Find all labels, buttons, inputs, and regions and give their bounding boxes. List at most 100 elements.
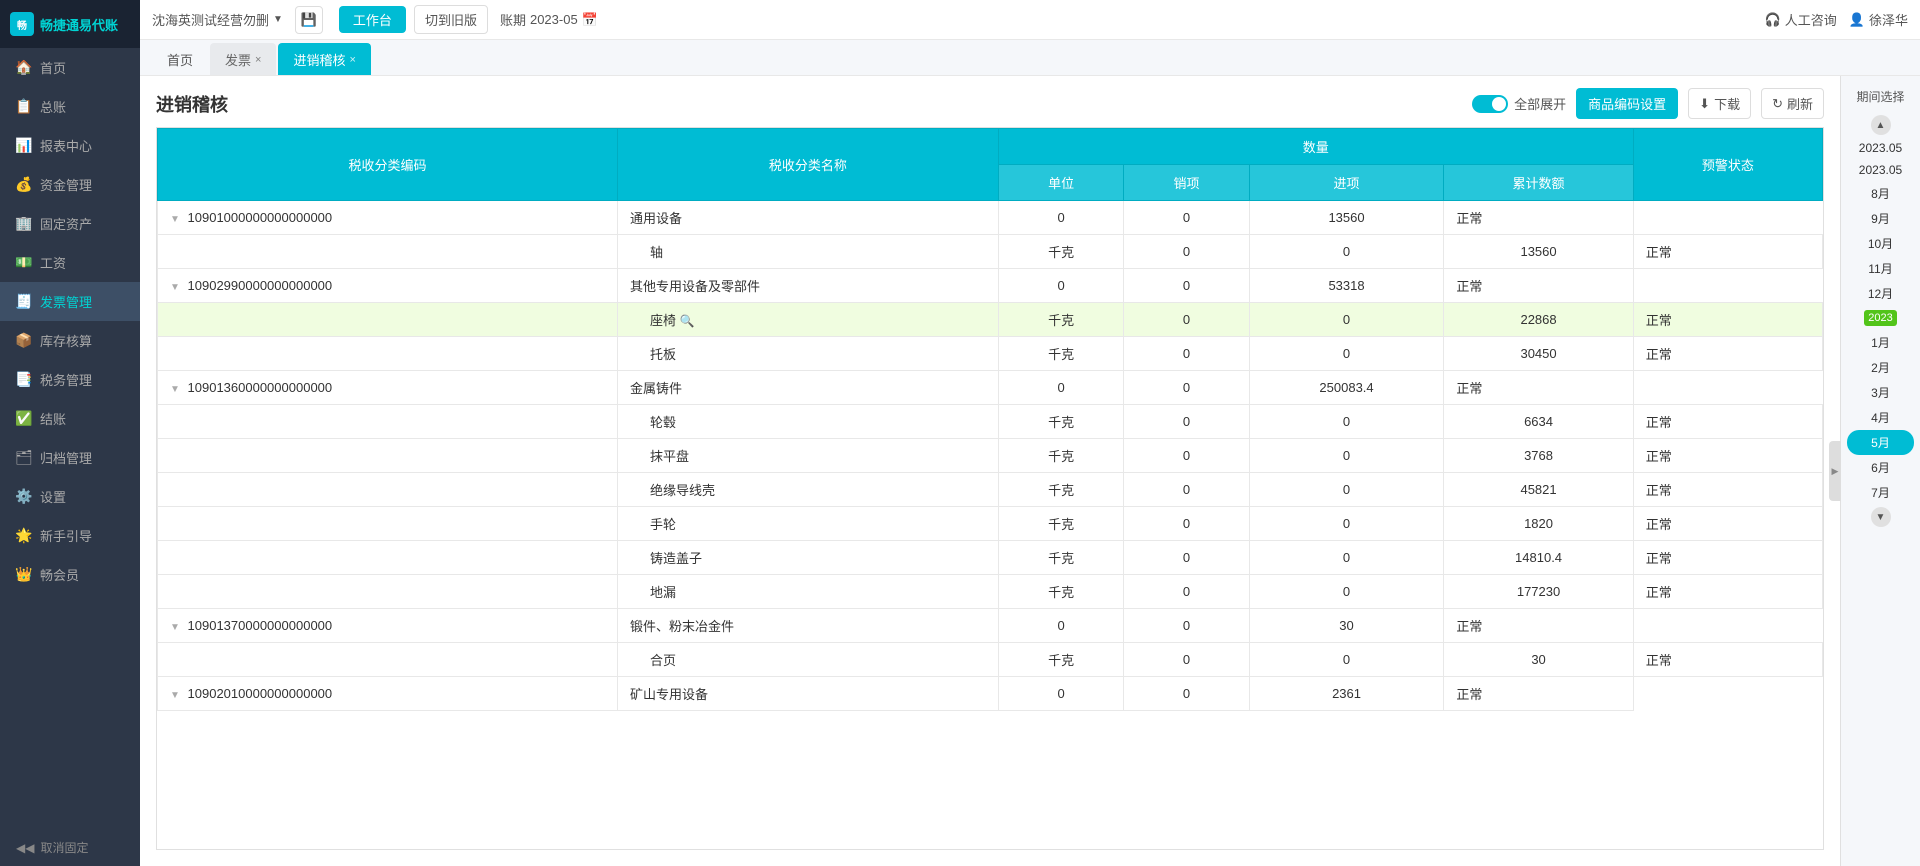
table-row: [158, 303, 618, 337]
sidebar-item-invoices[interactable]: 🧾 发票管理: [0, 282, 140, 321]
child-cumulative: 177230: [1444, 575, 1633, 609]
right-panel: ▶ 期间选择 ▲ 2023.05 2023.05 8月 9月 10月 11月 1…: [1840, 76, 1920, 866]
search-icon[interactable]: 🔍: [680, 314, 695, 328]
period-2[interactable]: 2月: [1847, 355, 1914, 380]
child-status: 正常: [1633, 303, 1822, 337]
sidebar-label-archive: 归档管理: [40, 448, 92, 467]
nav-down-button[interactable]: ▼: [1871, 507, 1891, 527]
table-row: [158, 507, 618, 541]
support-button[interactable]: 🎧 人工咨询: [1765, 10, 1837, 29]
period-10[interactable]: 10月: [1847, 231, 1914, 256]
group-sales: 0: [998, 371, 1123, 405]
period-3[interactable]: 3月: [1847, 380, 1914, 405]
sidebar-item-archive[interactable]: 🗂 归档管理: [0, 438, 140, 477]
col-sales-header: 销项: [1124, 165, 1249, 201]
content-area: 进销稽核 全部展开 商品编码设置 ⬇ 下载 ↻ 刷新: [140, 76, 1920, 866]
group-cumulative: 2361: [1249, 677, 1444, 711]
period-selector[interactable]: 账期 2023-05 📅: [500, 10, 598, 29]
sidebar-label-member: 畅会员: [40, 565, 79, 584]
child-unit: 千克: [998, 575, 1123, 609]
refresh-button[interactable]: ↻ 刷新: [1761, 88, 1824, 119]
tab-invoices[interactable]: 发票 ×: [210, 43, 276, 75]
period-1[interactable]: 1月: [1847, 330, 1914, 355]
workbench-button[interactable]: 工作台: [339, 6, 406, 33]
period-2023-05-b[interactable]: 2023.05: [1847, 159, 1914, 181]
tab-home[interactable]: 首页: [152, 43, 208, 75]
col-quantity-header: 数量: [998, 129, 1633, 165]
sidebar-item-inventory[interactable]: 📦 库存核算: [0, 321, 140, 360]
sidebar-item-settings[interactable]: ⚙️ 设置: [0, 477, 140, 516]
page-header: 进销稽核 全部展开 商品编码设置 ⬇ 下载 ↻ 刷新: [140, 76, 1840, 127]
sidebar-item-settlement[interactable]: ✅ 结账: [0, 399, 140, 438]
switch-button[interactable]: 切到旧版: [414, 5, 488, 34]
save-button[interactable]: 💾: [295, 6, 323, 34]
sidebar-item-member[interactable]: 👑 畅会员: [0, 555, 140, 594]
tab-check-label: 进销稽核: [293, 50, 345, 69]
group-code: 10901370000000000000: [188, 618, 333, 633]
sidebar-item-guide[interactable]: 🌟 新手引导: [0, 516, 140, 555]
sidebar-label-payroll: 工资: [40, 253, 66, 272]
tab-check[interactable]: 进销稽核 ×: [278, 43, 370, 75]
period-5[interactable]: 5月: [1847, 430, 1914, 455]
table-row: ▼ 10902010000000000000: [158, 677, 618, 711]
period-7[interactable]: 7月: [1847, 480, 1914, 505]
child-cumulative: 1820: [1444, 507, 1633, 541]
period-9[interactable]: 9月: [1847, 206, 1914, 231]
sidebar-item-funds[interactable]: 💰 资金管理: [0, 165, 140, 204]
panel-collapse-button[interactable]: ▶: [1829, 441, 1841, 501]
child-status: 正常: [1633, 507, 1822, 541]
period-2023-05-a[interactable]: 2023.05: [1847, 137, 1914, 159]
period-11[interactable]: 11月: [1847, 256, 1914, 281]
period-12[interactable]: 12月: [1847, 281, 1914, 306]
child-name: 合页: [617, 643, 998, 677]
table-wrapper: 税收分类编码 税收分类名称 数量 预警状态 单位 销项 进项 累计数额 ▼ 10…: [156, 127, 1824, 850]
period-8[interactable]: 8月: [1847, 181, 1914, 206]
period-nav-up[interactable]: ▲: [1847, 113, 1914, 137]
sidebar-item-tax[interactable]: 📑 税务管理: [0, 360, 140, 399]
group-sales: 0: [998, 609, 1123, 643]
nav-up-button[interactable]: ▲: [1871, 115, 1891, 135]
company-selector[interactable]: 沈海英测试经营勿删 ▼: [152, 10, 283, 29]
child-unit: 千克: [998, 473, 1123, 507]
sidebar-item-ledger[interactable]: 📋 总账: [0, 87, 140, 126]
child-sales: 0: [1124, 507, 1249, 541]
main-table: 税收分类编码 税收分类名称 数量 预警状态 单位 销项 进项 累计数额 ▼ 10…: [157, 128, 1823, 711]
child-name: 轮毂: [617, 405, 998, 439]
toggle-switch[interactable]: [1472, 95, 1508, 113]
sidebar-item-assets[interactable]: 🏢 固定资产: [0, 204, 140, 243]
group-status: 正常: [1444, 677, 1633, 711]
collapse-icon: ▶: [1832, 466, 1839, 477]
col-name-header: 税收分类名称: [617, 129, 998, 201]
sidebar-label-invoices: 发票管理: [40, 292, 92, 311]
user-profile[interactable]: 👤 徐泽华: [1849, 10, 1908, 29]
child-unit: 千克: [998, 507, 1123, 541]
group-cumulative: 250083.4: [1249, 371, 1444, 405]
expand-icon[interactable]: ▼: [170, 282, 180, 293]
product-code-button[interactable]: 商品编码设置: [1576, 88, 1678, 119]
period-value: 2023-05: [530, 12, 578, 27]
expand-icon[interactable]: ▼: [170, 622, 180, 633]
unpin-button[interactable]: ◀◀ 取消固定: [0, 829, 140, 866]
expand-icon[interactable]: ▼: [170, 690, 180, 701]
calendar-icon: 📅: [582, 12, 598, 28]
group-purchases: 0: [1124, 269, 1249, 303]
child-name: 座椅 🔍: [617, 303, 998, 337]
expand-icon[interactable]: ▼: [170, 384, 180, 395]
child-name: 绝缘导线壳: [617, 473, 998, 507]
sidebar-item-payroll[interactable]: 💵 工资: [0, 243, 140, 282]
download-button[interactable]: ⬇ 下载: [1688, 88, 1751, 119]
table-row: [158, 439, 618, 473]
sidebar-item-reports[interactable]: 📊 报表中心: [0, 126, 140, 165]
tab-invoices-close[interactable]: ×: [255, 54, 261, 66]
year-2023[interactable]: 2023: [1864, 310, 1896, 326]
period-panel-title: 期间选择: [1845, 84, 1916, 109]
period-6[interactable]: 6月: [1847, 455, 1914, 480]
child-name: 轴: [617, 235, 998, 269]
expand-icon[interactable]: ▼: [170, 214, 180, 225]
sidebar-label-funds: 资金管理: [40, 175, 92, 194]
child-status: 正常: [1633, 235, 1822, 269]
sidebar-item-home[interactable]: 🏠 首页: [0, 48, 140, 87]
period-4[interactable]: 4月: [1847, 405, 1914, 430]
period-nav-down[interactable]: ▼: [1847, 505, 1914, 529]
tab-check-close[interactable]: ×: [349, 54, 355, 66]
